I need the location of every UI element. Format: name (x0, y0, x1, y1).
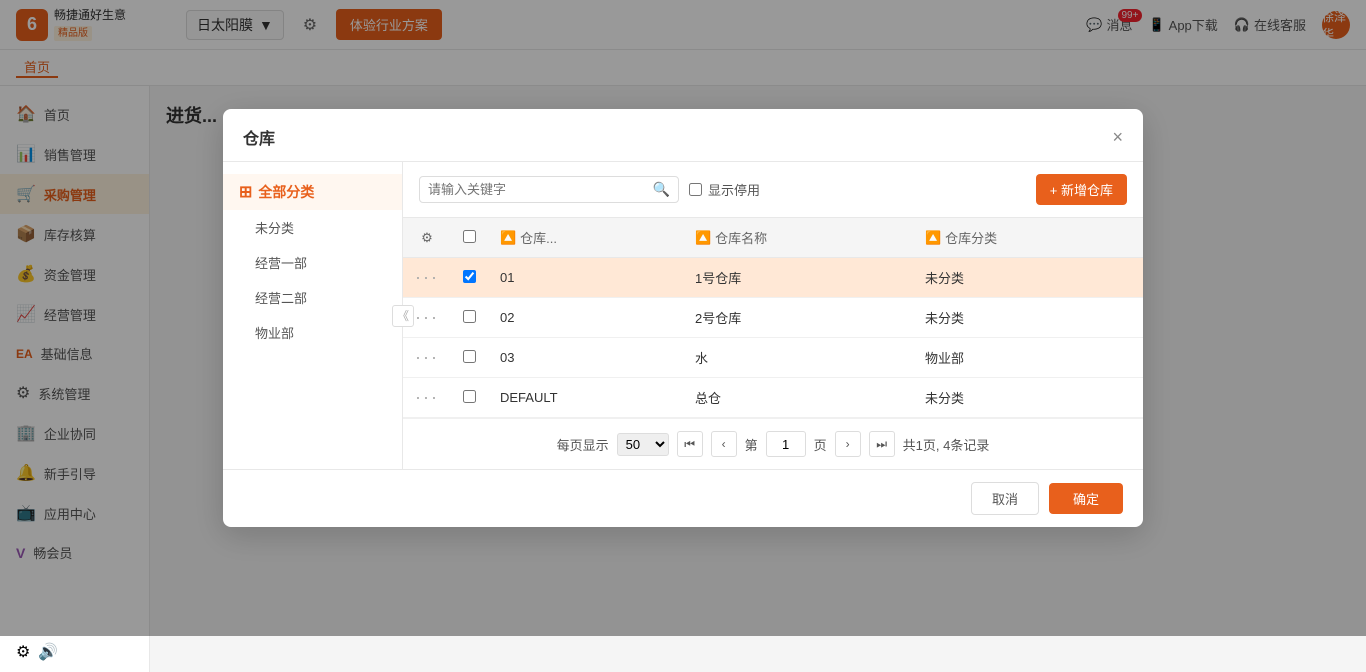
pagination: 每页显示 50 20 100 ⏮ ‹ 第 页 › ⏭ 共1页, 4条记录 (403, 418, 1143, 469)
confirm-btn[interactable]: 确定 (1049, 483, 1123, 514)
modal-body: ⊞ 全部分类 未分类 经营一部 经营二部 物业部 《 🔍 (223, 162, 1143, 469)
page-label: 第 (745, 435, 758, 454)
warehouse-table: ⚙ 🔼 仓库... 🔼 (403, 218, 1143, 418)
row-checkbox[interactable] (463, 350, 476, 363)
table-toolbar: 🔍 显示停用 + 新增仓库 (403, 162, 1143, 218)
modal-close-btn[interactable]: × (1112, 127, 1123, 148)
category-property[interactable]: 物业部 (223, 315, 402, 350)
th-warehouse-code[interactable]: 🔼 仓库... (488, 218, 683, 258)
th-check[interactable] (451, 218, 488, 258)
sort-cat-icon: 🔼 (925, 230, 941, 246)
row-check[interactable] (451, 298, 488, 338)
table-row[interactable]: ··· 03 水 物业部 (403, 338, 1143, 378)
row-name: 水 (683, 338, 913, 378)
row-code: DEFAULT (488, 378, 683, 418)
category-collapse-btn[interactable]: 《 (392, 305, 414, 327)
category-operations2[interactable]: 经营二部 (223, 280, 402, 315)
sort-icon: 🔼 (500, 230, 516, 246)
row-category: 未分类 (913, 258, 1143, 298)
table-wrap: ⚙ 🔼 仓库... 🔼 (403, 218, 1143, 418)
modal-header: 仓库 × (223, 109, 1143, 162)
row-checkbox[interactable] (463, 390, 476, 403)
add-warehouse-btn[interactable]: + 新增仓库 (1036, 174, 1127, 205)
table-header-row: ⚙ 🔼 仓库... 🔼 (403, 218, 1143, 258)
row-check[interactable] (451, 378, 488, 418)
row-check[interactable] (451, 338, 488, 378)
row-name: 总仓 (683, 378, 913, 418)
modal-title: 仓库 (243, 125, 275, 149)
grid-icon: ⊞ (239, 182, 252, 202)
table-row[interactable]: ··· 02 2号仓库 未分类 (403, 298, 1143, 338)
row-check[interactable] (451, 258, 488, 298)
row-checkbox[interactable] (463, 270, 476, 283)
row-code: 03 (488, 338, 683, 378)
category-all-label: 全部分类 (258, 182, 314, 202)
table-row[interactable]: ··· DEFAULT 总仓 未分类 (403, 378, 1143, 418)
sidebar-bottom: ⚙ 🔊 (0, 632, 149, 672)
row-checkbox[interactable] (463, 310, 476, 323)
settings-bottom-icon[interactable]: ⚙ (16, 642, 30, 662)
per-page-label: 每页显示 (557, 435, 609, 454)
prev-page-btn[interactable]: ‹ (711, 431, 737, 457)
th-gear[interactable]: ⚙ (403, 218, 451, 258)
show-disabled-checkbox[interactable] (689, 183, 702, 196)
row-category: 未分类 (913, 298, 1143, 338)
row-code: 01 (488, 258, 683, 298)
show-disabled-wrap: 显示停用 (689, 180, 760, 199)
table-row[interactable]: ··· 01 1号仓库 未分类 (403, 258, 1143, 298)
table-panel: 🔍 显示停用 + 新增仓库 ⚙ (403, 162, 1143, 469)
cancel-btn[interactable]: 取消 (971, 482, 1039, 515)
th-warehouse-category[interactable]: 🔼 仓库分类 (913, 218, 1143, 258)
per-page-select[interactable]: 50 20 100 (617, 433, 669, 456)
row-code: 02 (488, 298, 683, 338)
category-all-btn[interactable]: ⊞ 全部分类 (223, 174, 402, 210)
row-category: 未分类 (913, 378, 1143, 418)
category-operations1[interactable]: 经营一部 (223, 245, 402, 280)
warehouse-modal: 仓库 × ⊞ 全部分类 未分类 经营一部 经营二部 物业部 《 (223, 109, 1143, 527)
th-warehouse-name[interactable]: 🔼 仓库名称 (683, 218, 913, 258)
select-all-checkbox[interactable] (463, 230, 476, 243)
row-category: 物业部 (913, 338, 1143, 378)
page-input[interactable] (766, 431, 806, 457)
show-disabled-label: 显示停用 (708, 180, 760, 199)
audio-icon[interactable]: 🔊 (38, 642, 58, 662)
search-input-wrap: 🔍 (419, 176, 679, 203)
first-page-btn[interactable]: ⏮ (677, 431, 703, 457)
sort-name-icon: 🔼 (695, 230, 711, 246)
row-name: 1号仓库 (683, 258, 913, 298)
search-input[interactable] (428, 182, 647, 197)
last-page-btn[interactable]: ⏭ (869, 431, 895, 457)
page-unit: 页 (814, 435, 827, 454)
row-name: 2号仓库 (683, 298, 913, 338)
row-more[interactable]: ··· (403, 338, 451, 378)
total-label: 共1页, 4条记录 (903, 435, 990, 454)
category-panel: ⊞ 全部分类 未分类 经营一部 经营二部 物业部 《 (223, 162, 403, 469)
modal-footer: 取消 确定 (223, 469, 1143, 527)
category-unclassified[interactable]: 未分类 (223, 210, 402, 245)
row-more[interactable]: ··· (403, 378, 451, 418)
next-page-btn[interactable]: › (835, 431, 861, 457)
search-icon: 🔍 (653, 181, 670, 198)
modal-overlay: 仓库 × ⊞ 全部分类 未分类 经营一部 经营二部 物业部 《 (0, 0, 1366, 636)
row-more[interactable]: ··· (403, 258, 451, 298)
